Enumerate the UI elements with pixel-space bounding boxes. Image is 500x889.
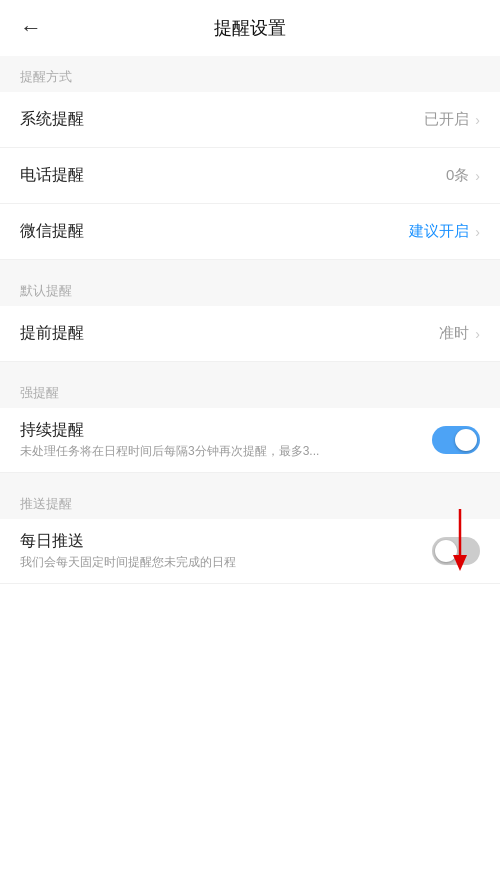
chevron-icon: › bbox=[475, 326, 480, 342]
list-item-persistent-reminder: 持续提醒 未处理任务将在日程时间后每隔3分钟再次提醒，最多3... bbox=[0, 408, 500, 473]
wechat-reminder-title: 微信提醒 bbox=[20, 221, 84, 242]
section-label-default: 默认提醒 bbox=[0, 270, 500, 306]
section-divider bbox=[0, 362, 500, 372]
list-item-system-reminder[interactable]: 系统提醒 已开启 › bbox=[0, 92, 500, 148]
section-divider bbox=[0, 473, 500, 483]
section-label-reminder-type: 提醒方式 bbox=[0, 56, 500, 92]
list-item-phone-reminder[interactable]: 电话提醒 0条 › bbox=[0, 148, 500, 204]
wechat-reminder-value: 建议开启 bbox=[409, 222, 469, 241]
chevron-icon: › bbox=[475, 168, 480, 184]
toggle-knob bbox=[455, 429, 477, 451]
advance-reminder-title: 提前提醒 bbox=[20, 323, 84, 344]
chevron-icon: › bbox=[475, 112, 480, 128]
section-label-strong: 强提醒 bbox=[0, 372, 500, 408]
list-item-daily-push: 每日推送 我们会每天固定时间提醒您未完成的日程 bbox=[0, 519, 500, 584]
daily-push-subtitle: 我们会每天固定时间提醒您未完成的日程 bbox=[20, 554, 236, 571]
section-label-push: 推送提醒 bbox=[0, 483, 500, 519]
list-item-advance-reminder[interactable]: 提前提醒 准时 › bbox=[0, 306, 500, 362]
persistent-reminder-title: 持续提醒 bbox=[20, 420, 319, 441]
persistent-reminder-toggle[interactable] bbox=[432, 426, 480, 454]
persistent-reminder-subtitle: 未处理任务将在日程时间后每隔3分钟再次提醒，最多3... bbox=[20, 443, 319, 460]
daily-push-title: 每日推送 bbox=[20, 531, 236, 552]
phone-reminder-title: 电话提醒 bbox=[20, 165, 84, 186]
advance-reminder-value: 准时 bbox=[439, 324, 469, 343]
list-item-wechat-reminder[interactable]: 微信提醒 建议开启 › bbox=[0, 204, 500, 260]
phone-reminder-value: 0条 bbox=[446, 166, 469, 185]
back-button[interactable]: ← bbox=[20, 15, 42, 41]
system-reminder-title: 系统提醒 bbox=[20, 109, 84, 130]
daily-push-toggle[interactable] bbox=[432, 537, 480, 565]
system-reminder-value: 已开启 bbox=[424, 110, 469, 129]
page-title: 提醒设置 bbox=[214, 16, 286, 40]
section-divider bbox=[0, 260, 500, 270]
toggle-knob bbox=[435, 540, 457, 562]
header: ← 提醒设置 bbox=[0, 0, 500, 56]
arrow-overlay: 每日推送 我们会每天固定时间提醒您未完成的日程 bbox=[0, 519, 500, 584]
chevron-icon: › bbox=[475, 224, 480, 240]
